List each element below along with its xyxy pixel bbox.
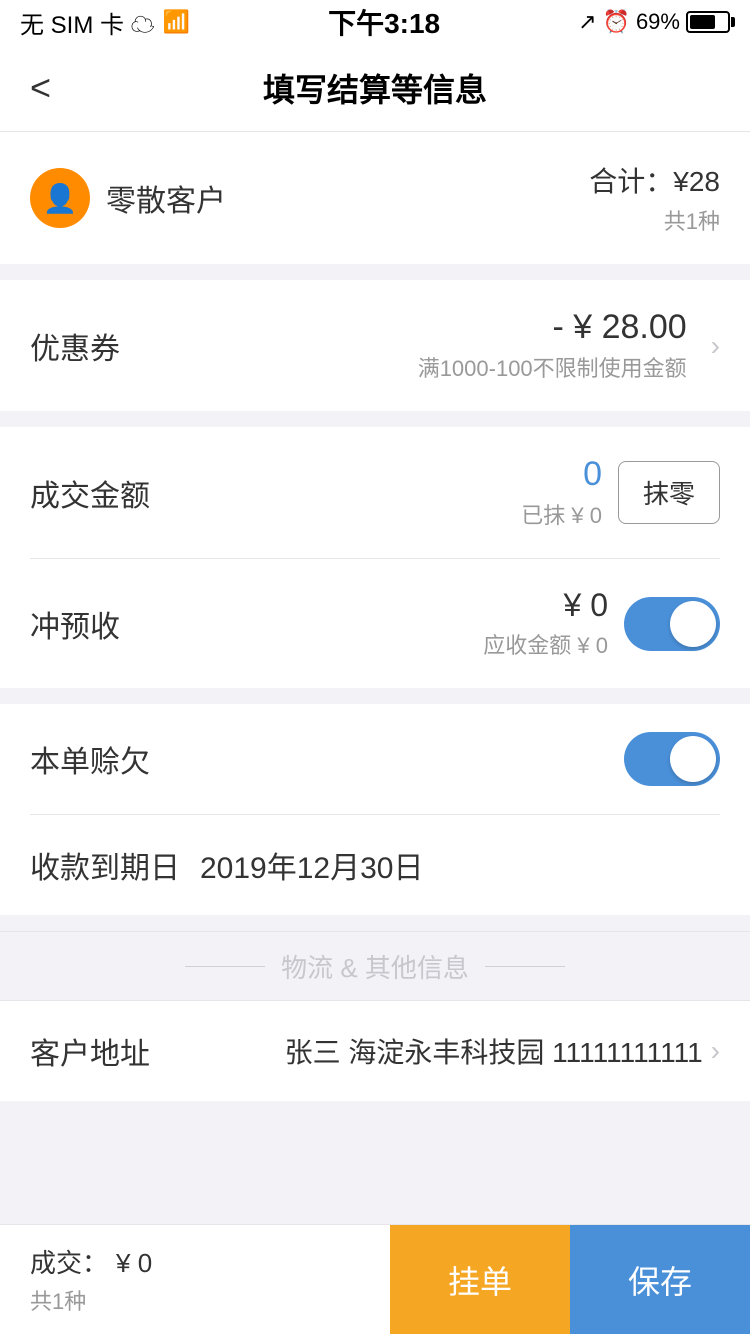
debt-row: 本单赊欠 [0,704,750,814]
prepay-right: ¥ 0 应收金额 ¥ 0 [483,587,720,660]
divider [0,264,750,280]
debt-toggle-knob [670,736,716,782]
deal-label: 成交： [30,1243,108,1280]
hold-button[interactable]: 挂单 [390,1225,570,1334]
amount-section: 成交金额 0 已抹 ¥ 0 抹零 冲预收 ¥ 0 应收金额 ¥ 0 [0,427,750,688]
debt-section: 本单赊欠 收款到期日 2019年12月30日 [0,704,750,915]
address-value: 张三 海淀永丰科技园 11111111111 [170,1031,703,1071]
battery-icon [686,11,730,33]
status-time: 下午3:18 [328,2,440,42]
wifi-icon: 📶 [163,9,190,35]
content: 👤 零散客户 合计：¥28 共1种 优惠券 - ¥ 28.00 满1000-10… [0,132,750,1301]
coupon-row[interactable]: 优惠券 - ¥ 28.00 满1000-100不限制使用金额 › [0,280,750,411]
due-date-row: 收款到期日 2019年12月30日 [0,815,750,915]
debt-label: 本单赊欠 [30,737,150,781]
avatar: 👤 [30,168,90,228]
address-label: 客户地址 [30,1029,150,1073]
due-date-value: 2019年12月30日 [200,843,423,887]
back-button[interactable]: < [20,57,61,119]
amount-value: 0 [583,455,602,494]
amount-row: 成交金额 0 已抹 ¥ 0 抹零 [0,427,750,558]
divider [0,915,750,931]
bottom-info: 成交： ¥ 0 共1种 [0,1225,390,1334]
avatar-icon: 👤 [43,182,78,215]
bottom-bar: 成交： ¥ 0 共1种 挂单 保存 [0,1224,750,1334]
coupon-right: - ¥ 28.00 满1000-100不限制使用金额 › [418,308,720,383]
amount-sub: 已抹 ¥ 0 [521,498,602,530]
chevron-right-icon: › [711,330,720,362]
location-icon: ↗ [578,9,596,35]
prepay-amount: ¥ 0 [564,587,608,624]
amount-values: 0 已抹 ¥ 0 [521,455,602,530]
status-right: ↗ ⏰ 69% [578,9,730,35]
divider-line-left [185,966,265,967]
customer-row: 👤 零散客户 合计：¥28 共1种 [0,132,750,264]
prepay-values: ¥ 0 应收金额 ¥ 0 [483,587,608,660]
logistics-divider: 物流 & 其他信息 [185,948,565,985]
coupon-section: 优惠券 - ¥ 28.00 满1000-100不限制使用金额 › [0,280,750,411]
nav-bar: < 填写结算等信息 [0,44,750,132]
prepay-toggle[interactable] [624,597,720,651]
deal-amount: ¥ 0 [116,1248,152,1279]
save-button[interactable]: 保存 [570,1225,750,1334]
customer-name: 零散客户 [106,176,226,220]
customer-count: 共1种 [589,204,720,236]
customer-info: 👤 零散客户 [30,168,226,228]
customer-total: 合计：¥28 [589,160,720,200]
alarm-icon: ⏰ [603,9,630,35]
divider [0,411,750,427]
debt-toggle[interactable] [624,732,720,786]
customer-summary: 合计：¥28 共1种 [589,160,720,236]
divider [0,688,750,704]
coupon-discount: - ¥ 28.00 [552,308,686,347]
prepay-row: 冲预收 ¥ 0 应收金额 ¥ 0 [0,559,750,688]
logistics-header: 物流 & 其他信息 [0,931,750,1001]
amount-right: 0 已抹 ¥ 0 抹零 [521,455,720,530]
status-left: 无 SIM 卡 ☁ 📶 [20,5,190,40]
prepay-sub: 应收金额 ¥ 0 [483,628,608,660]
battery-percent: 69% [636,9,680,35]
deal-count: 共1种 [30,1284,360,1316]
round-button[interactable]: 抹零 [618,461,720,524]
status-bar: 无 SIM 卡 ☁ 📶 下午3:18 ↗ ⏰ 69% [0,0,750,44]
coupon-values: - ¥ 28.00 满1000-100不限制使用金额 [418,308,687,383]
divider-line-right [485,966,565,967]
toggle-knob [670,601,716,647]
page-title: 填写结算等信息 [263,65,487,111]
sim-label: 无 SIM 卡 ☁ [20,5,155,40]
chevron-right-icon: › [711,1035,720,1067]
coupon-label: 优惠券 [30,324,120,368]
coupon-desc: 满1000-100不限制使用金额 [418,351,687,383]
amount-label: 成交金额 [30,471,150,515]
prepay-label: 冲预收 [30,602,120,646]
logistics-label: 物流 & 其他信息 [281,948,469,985]
address-row[interactable]: 客户地址 张三 海淀永丰科技园 11111111111 › [0,1001,750,1101]
due-date-label: 收款到期日 [30,843,180,887]
